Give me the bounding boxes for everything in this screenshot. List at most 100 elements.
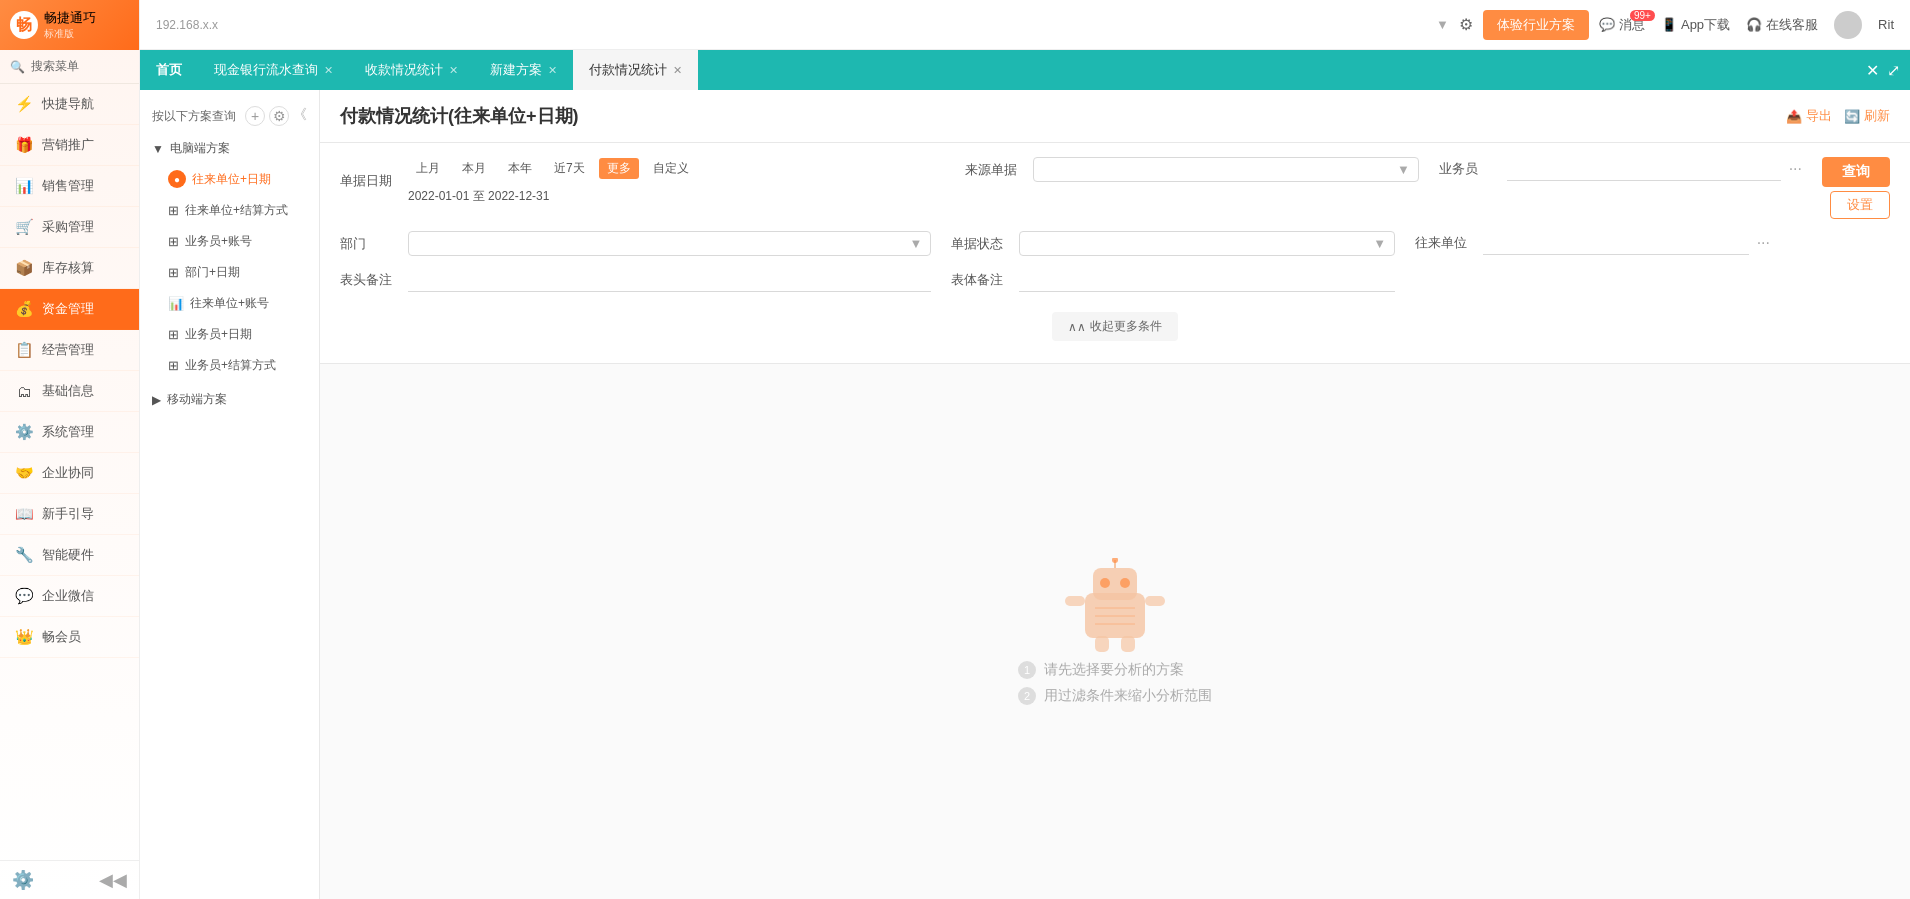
app-download-label: App下载 [1681, 16, 1730, 34]
add-scheme-button[interactable]: + [245, 106, 265, 126]
page-area: 按以下方案查询 + ⚙ 《 ▼ 电脑端方案 ● 往来单位+日期 ⊞ [140, 90, 1910, 899]
app-download-button[interactable]: 📱 App下载 [1661, 16, 1730, 34]
header-note-label: 表头备注 [340, 271, 400, 289]
svg-rect-7 [1145, 596, 1165, 606]
date-btn-last-month[interactable]: 上月 [408, 157, 448, 180]
sidebar-item-enterprise[interactable]: 🤝 企业协同 [0, 453, 139, 494]
scheme-item-staff-date[interactable]: ⊞ 业务员+日期 [140, 319, 319, 350]
partner-more-icon[interactable]: ··· [1757, 234, 1770, 252]
close-all-icon[interactable]: ✕ [1866, 61, 1879, 80]
status-filter-label: 单据状态 [951, 235, 1011, 253]
sidebar-item-wechat[interactable]: 💬 企业微信 [0, 576, 139, 617]
staff-input[interactable] [1507, 157, 1781, 181]
svg-rect-8 [1095, 636, 1109, 652]
status-filter: 单据状态 ▼ [951, 231, 1395, 256]
marketing-icon: 🎁 [14, 135, 34, 155]
online-service-button[interactable]: 🎧 在线客服 [1746, 16, 1818, 34]
page-header-actions: 📤 导出 🔄 刷新 [1786, 107, 1890, 125]
settings-scheme-button[interactable]: ⚙ [269, 106, 289, 126]
filter-area: 单据日期 上月 本月 本年 近7天 更多 自定义 2022-01-01 至 20… [320, 143, 1910, 364]
tab-close-new-scheme[interactable]: ✕ [548, 64, 557, 77]
staff-more-icon[interactable]: ··· [1789, 160, 1802, 178]
tab-close-bank[interactable]: ✕ [324, 64, 333, 77]
svg-rect-9 [1121, 636, 1135, 652]
scheme-item-staff-account[interactable]: ⊞ 业务员+账号 [140, 226, 319, 257]
scheme-label-partner-account: 往来单位+账号 [190, 295, 269, 312]
sidebar-item-basic[interactable]: 🗂 基础信息 [0, 371, 139, 412]
source-select[interactable]: ▼ [1033, 157, 1419, 182]
page-title: 付款情况统计(往来单位+日期) [340, 104, 579, 128]
sidebar-item-inventory[interactable]: 📦 库存核算 [0, 248, 139, 289]
tab-home[interactable]: 首页 [140, 50, 198, 90]
setting-button[interactable]: 设置 [1830, 191, 1890, 219]
collapse-sidebar-icon[interactable]: ◀◀ [99, 869, 127, 891]
empty-tips: 1 请先选择要分析的方案 2 用过滤条件来缩小分析范围 [1018, 661, 1212, 705]
dept-select[interactable]: ▼ [408, 231, 931, 256]
tab-new-scheme[interactable]: 新建方案 ✕ [474, 50, 573, 90]
search-menu[interactable]: 🔍 搜索菜单 [0, 50, 139, 84]
scheme-label-staff-date: 业务员+日期 [185, 326, 252, 343]
sidebar-item-shortcut[interactable]: ⚡ 快捷导航 [0, 84, 139, 125]
collapse-label: 收起更多条件 [1090, 318, 1162, 335]
operation-icon: 📋 [14, 340, 34, 360]
gear-icon[interactable]: ⚙ [1459, 15, 1473, 34]
tab-payment[interactable]: 付款情况统计 ✕ [573, 50, 698, 90]
address-bar: 192.168.x.x [156, 18, 1426, 32]
shortcut-icon: ⚡ [14, 94, 34, 114]
date-btn-this-month[interactable]: 本月 [454, 157, 494, 180]
desktop-group-label: 电脑端方案 [170, 140, 230, 157]
svg-point-5 [1112, 558, 1118, 563]
chevron-down-icon[interactable]: ▼ [1436, 17, 1449, 32]
partner-input[interactable] [1483, 231, 1749, 255]
inventory-icon: 📦 [14, 258, 34, 278]
desktop-scheme-group: ▼ 电脑端方案 ● 往来单位+日期 ⊞ 往来单位+结算方式 ⊞ 业务员+账号 ⊞ [140, 134, 319, 381]
sidebar-item-purchase[interactable]: 🛒 采购管理 [0, 207, 139, 248]
scheme-item-partner-settlement[interactable]: ⊞ 往来单位+结算方式 [140, 195, 319, 226]
tab-receipt[interactable]: 收款情况统计 ✕ [349, 50, 474, 90]
sidebar-item-sales[interactable]: 📊 销售管理 [0, 166, 139, 207]
sidebar-item-member[interactable]: 👑 畅会员 [0, 617, 139, 658]
date-btn-custom[interactable]: 自定义 [645, 157, 697, 180]
desktop-group-header[interactable]: ▼ 电脑端方案 [140, 134, 319, 163]
message-button[interactable]: 💬 消息 99+ [1599, 16, 1645, 34]
date-btn-7days[interactable]: 近7天 [546, 157, 593, 180]
scheme-item-partner-date[interactable]: ● 往来单位+日期 [140, 163, 319, 195]
date-btn-more[interactable]: 更多 [599, 158, 639, 179]
mobile-group-header[interactable]: ▶ 移动端方案 [140, 385, 319, 414]
sidebar-item-hardware[interactable]: 🔧 智能硬件 [0, 535, 139, 576]
header-note-input[interactable] [408, 268, 931, 292]
expand-icon[interactable]: ⤢ [1887, 61, 1900, 80]
sidebar-item-operation[interactable]: 📋 经营管理 [0, 330, 139, 371]
refresh-button[interactable]: 🔄 刷新 [1844, 107, 1890, 125]
query-button[interactable]: 查询 [1822, 157, 1890, 187]
tab-close-receipt[interactable]: ✕ [449, 64, 458, 77]
tab-bank[interactable]: 现金银行流水查询 ✕ [198, 50, 349, 90]
collapse-panel-button[interactable]: 《 [293, 106, 307, 126]
sidebar-item-system[interactable]: ⚙️ 系统管理 [0, 412, 139, 453]
collapse-filter-button[interactable]: ∧∧ 收起更多条件 [1052, 312, 1178, 341]
export-button[interactable]: 📤 导出 [1786, 107, 1832, 125]
scheme-item-dept-date[interactable]: ⊞ 部门+日期 [140, 257, 319, 288]
sidebar-item-finance[interactable]: 💰 资金管理 [0, 289, 139, 330]
scheme-item-staff-settlement[interactable]: ⊞ 业务员+结算方式 [140, 350, 319, 381]
system-icon: ⚙️ [14, 422, 34, 442]
settings-icon[interactable]: ⚙️ [12, 869, 34, 891]
main-area: 192.168.x.x ▼ ⚙ 体验行业方案 💬 消息 99+ 📱 App下载 … [140, 0, 1910, 899]
header-note-filter: 表头备注 [340, 268, 931, 292]
hardware-icon: 🔧 [14, 545, 34, 565]
source-filter: 来源单据 ▼ [965, 157, 1419, 182]
status-select[interactable]: ▼ [1019, 231, 1395, 256]
source-filter-label: 来源单据 [965, 161, 1025, 179]
scheme-item-partner-account[interactable]: 📊 往来单位+账号 [140, 288, 319, 319]
date-btn-this-year[interactable]: 本年 [500, 157, 540, 180]
trial-button[interactable]: 体验行业方案 [1483, 10, 1589, 40]
arrow-down-icon: ▼ [152, 142, 164, 156]
staff-filter-label: 业务员 [1439, 160, 1499, 178]
body-note-input[interactable] [1019, 268, 1395, 292]
empty-tip-1: 1 请先选择要分析的方案 [1018, 661, 1212, 679]
sidebar-item-marketing[interactable]: 🎁 营销推广 [0, 125, 139, 166]
tab-close-payment[interactable]: ✕ [673, 64, 682, 77]
dept-filter: 部门 ▼ [340, 231, 931, 256]
sidebar-item-guide[interactable]: 📖 新手引导 [0, 494, 139, 535]
avatar[interactable] [1834, 11, 1862, 39]
